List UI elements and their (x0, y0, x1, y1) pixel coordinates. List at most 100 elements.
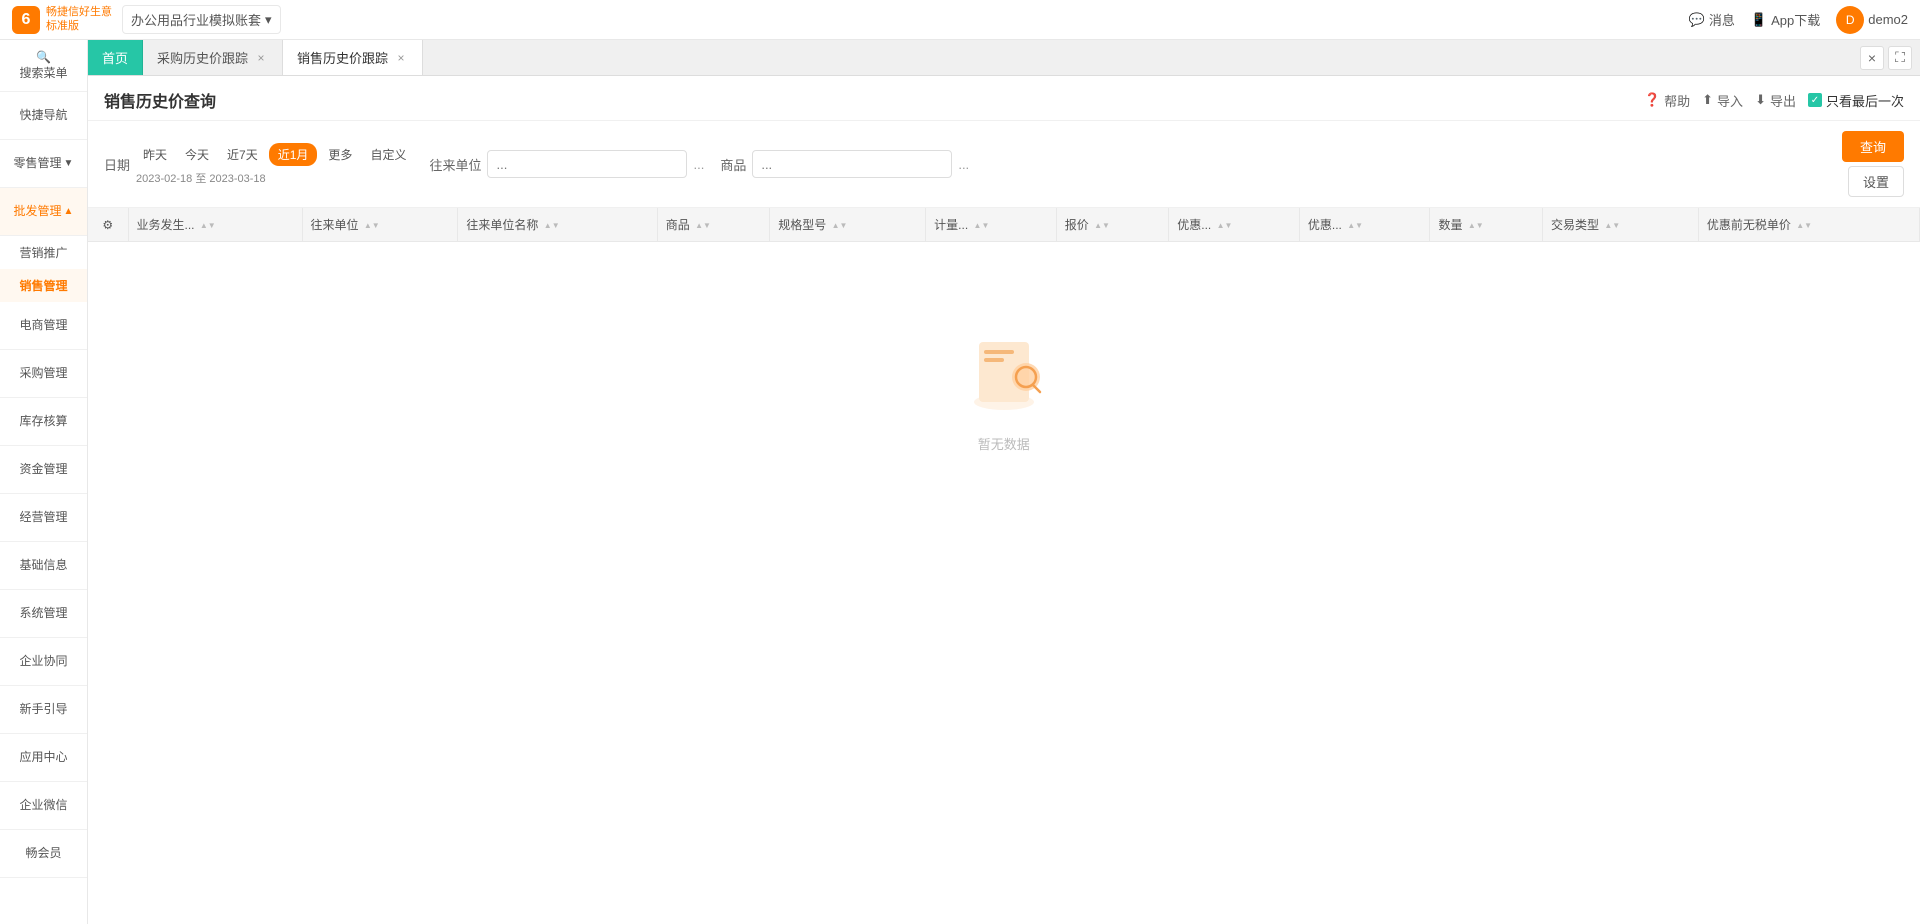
sidebar: 🔍 搜索菜单 快捷导航 零售管理 ▼ 批发管理 ▲ 营销推广 销售管理 电商管理… (0, 40, 88, 924)
sort-icon: ▲▼ (974, 221, 990, 230)
sidebar-item-wholesale[interactable]: 批发管理 ▲ (0, 188, 87, 236)
sidebar-item-ecommerce[interactable]: 电商管理 (0, 302, 87, 350)
th-partner-name[interactable]: 往来单位名称 ▲▼ (458, 208, 657, 242)
date-filter-group: 日期 昨天 今天 近7天 近1月 更多 自定义 2023-02-18 至 202… (104, 143, 413, 186)
settings-button[interactable]: 设置 (1848, 166, 1904, 197)
export-button[interactable]: ⬇ 导出 (1755, 91, 1796, 110)
logo-text: 畅捷信好生意 标准版 (46, 6, 112, 32)
page-title: 销售历史价查询 (104, 88, 216, 112)
sidebar-item-collab[interactable]: 企业协同 (0, 638, 87, 686)
tab-close-purchase[interactable]: × (254, 51, 268, 65)
partner-label: 往来单位 (429, 155, 481, 174)
date-btn-today[interactable]: 今天 (178, 143, 216, 166)
sidebar-item-search[interactable]: 🔍 搜索菜单 (0, 40, 87, 92)
only-last-checkbox[interactable]: ✓ (1808, 93, 1822, 107)
search-icon: 🔍 (36, 50, 51, 66)
top-header: 6 畅捷信好生意 标准版 办公用品行业模拟账套 ▾ 💬 消息 📱 App下载 D… (0, 0, 1920, 40)
sort-icon: ▲▼ (1217, 221, 1233, 230)
partner-input[interactable] (487, 150, 687, 178)
th-pre-discount-price[interactable]: 优惠前无税单价 ▲▼ (1698, 208, 1919, 242)
date-btn-more[interactable]: 更多 (321, 143, 359, 166)
sort-icon: ▲▼ (1468, 221, 1484, 230)
chevron-down-icon: ▾ (265, 12, 272, 28)
filter-actions: 查询 设置 (1842, 131, 1904, 197)
date-btn-custom[interactable]: 自定义 (363, 143, 413, 166)
sidebar-item-finance[interactable]: 资金管理 (0, 446, 87, 494)
page-content: 销售历史价查询 ❓ 帮助 ⬆ 导入 ⬇ 导出 (88, 76, 1920, 924)
only-last-checkbox-group[interactable]: ✓ 只看最后一次 (1808, 91, 1904, 110)
tab-sales-history[interactable]: 销售历史价跟踪 × (283, 40, 423, 75)
user-menu[interactable]: D demo2 (1836, 6, 1908, 34)
gear-icon[interactable]: ⚙ (102, 218, 113, 232)
date-label: 日期 (104, 155, 130, 174)
tab-purchase-history[interactable]: 采购历史价跟踪 × (143, 40, 283, 75)
main-layout: 🔍 搜索菜单 快捷导航 零售管理 ▼ 批发管理 ▲ 营销推广 销售管理 电商管理… (0, 40, 1920, 924)
tab-bar: 首页 采购历史价跟踪 × 销售历史价跟踪 × × ⛶ (88, 40, 1920, 76)
chevron-up-icon: ▲ (64, 205, 74, 218)
page-inner: 销售历史价查询 ❓ 帮助 ⬆ 导入 ⬇ 导出 (88, 76, 1920, 924)
tab-home[interactable]: 首页 (88, 40, 143, 75)
sort-icon: ▲▼ (1094, 221, 1110, 230)
sort-icon: ▲▼ (200, 221, 216, 230)
help-button[interactable]: ❓ 帮助 (1644, 91, 1690, 110)
import-icon: ⬆ (1702, 92, 1713, 108)
sidebar-item-member[interactable]: 畅会员 (0, 830, 87, 878)
maximize-button[interactable]: ⛶ (1888, 46, 1912, 70)
date-range-display: 2023-02-18 至 2023-03-18 (136, 170, 413, 186)
sidebar-item-marketing[interactable]: 营销推广 (0, 236, 87, 269)
th-gear[interactable]: ⚙ (88, 208, 128, 242)
th-discount1[interactable]: 优惠... ▲▼ (1169, 208, 1300, 242)
import-button[interactable]: ⬆ 导入 (1702, 91, 1743, 110)
page-header: 销售历史价查询 ❓ 帮助 ⬆ 导入 ⬇ 导出 (88, 76, 1920, 121)
date-btn-yesterday[interactable]: 昨天 (136, 143, 174, 166)
product-label: 商品 (720, 155, 746, 174)
sidebar-item-purchase[interactable]: 采购管理 (0, 350, 87, 398)
th-qty[interactable]: 数量 ▲▼ (1430, 208, 1543, 242)
app-selector[interactable]: 办公用品行业模拟账套 ▾ (122, 5, 281, 34)
sidebar-item-sales[interactable]: 销售管理 (0, 269, 87, 302)
th-spec[interactable]: 规格型号 ▲▼ (770, 208, 926, 242)
tab-close-sales[interactable]: × (394, 51, 408, 65)
sidebar-item-wechat[interactable]: 企业微信 (0, 782, 87, 830)
logo-area: 6 畅捷信好生意 标准版 (12, 6, 112, 34)
sidebar-item-system[interactable]: 系统管理 (0, 590, 87, 638)
sidebar-item-retail[interactable]: 零售管理 ▼ (0, 140, 87, 188)
empty-state: 暂无数据 (88, 242, 1920, 533)
th-partner-code[interactable]: 往来单位 ▲▼ (302, 208, 458, 242)
sort-icon: ▲▼ (695, 221, 711, 230)
close-tab-button[interactable]: × (1860, 46, 1884, 70)
th-product[interactable]: 商品 ▲▼ (657, 208, 770, 242)
sidebar-item-appcenter[interactable]: 应用中心 (0, 734, 87, 782)
th-unit[interactable]: 计量... ▲▼ (926, 208, 1057, 242)
product-input[interactable] (752, 150, 952, 178)
product-more-icon[interactable]: ... (958, 157, 969, 172)
content-area: 首页 采购历史价跟踪 × 销售历史价跟踪 × × ⛶ 销售历史价查询 (88, 40, 1920, 924)
th-discount2[interactable]: 优惠... ▲▼ (1299, 208, 1430, 242)
sort-icon: ▲▼ (1347, 221, 1363, 230)
message-button[interactable]: 💬 消息 (1689, 10, 1735, 29)
tab-bar-controls: × ⛶ (1860, 40, 1920, 75)
sidebar-item-quicknav[interactable]: 快捷导航 (0, 92, 87, 140)
sort-icon: ▲▼ (544, 221, 560, 230)
sidebar-item-basic[interactable]: 基础信息 (0, 542, 87, 590)
export-icon: ⬇ (1755, 92, 1766, 108)
page-header-actions: ❓ 帮助 ⬆ 导入 ⬇ 导出 ✓ 只看最后一次 (1644, 91, 1904, 110)
sidebar-item-inventory[interactable]: 库存核算 (0, 398, 87, 446)
header-right: 💬 消息 📱 App下载 D demo2 (1689, 6, 1908, 34)
sort-icon: ▲▼ (1604, 221, 1620, 230)
date-btn-1month[interactable]: 近1月 (269, 143, 318, 166)
sidebar-item-operations[interactable]: 经营管理 (0, 494, 87, 542)
date-btn-7days[interactable]: 近7天 (220, 143, 265, 166)
sidebar-item-guide[interactable]: 新手引导 (0, 686, 87, 734)
date-options: 昨天 今天 近7天 近1月 更多 自定义 (136, 143, 413, 166)
download-icon: 📱 (1751, 12, 1767, 28)
query-button[interactable]: 查询 (1842, 131, 1904, 162)
product-filter-group: 商品 ... (720, 150, 969, 178)
empty-icon (954, 322, 1054, 422)
partner-more-icon[interactable]: ... (693, 157, 704, 172)
partner-filter-group: 往来单位 ... (429, 150, 704, 178)
th-trade-type[interactable]: 交易类型 ▲▼ (1542, 208, 1698, 242)
th-business-date[interactable]: 业务发生... ▲▼ (128, 208, 302, 242)
download-button[interactable]: 📱 App下载 (1751, 10, 1820, 29)
th-price[interactable]: 报价 ▲▼ (1056, 208, 1169, 242)
